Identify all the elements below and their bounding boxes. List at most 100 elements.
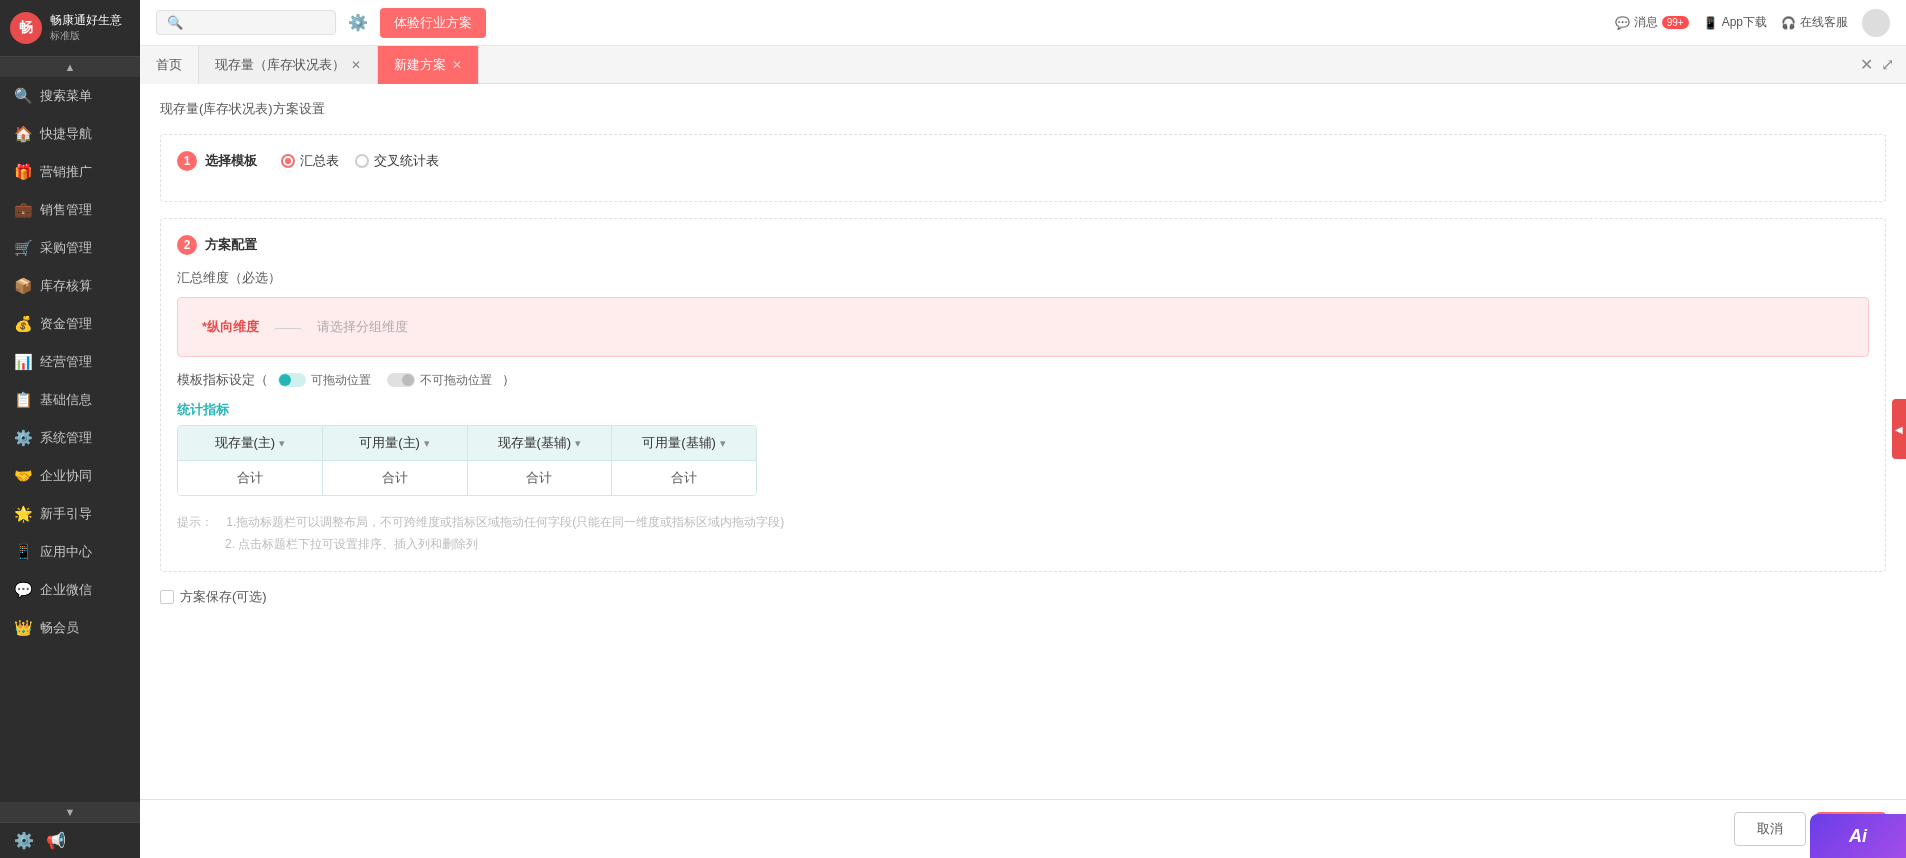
sidebar-item-finance[interactable]: 💰 资金管理 <box>0 305 140 343</box>
sidebar-scroll-up[interactable]: ▲ <box>0 57 140 77</box>
message-badge: 99+ <box>1662 16 1689 29</box>
settings-gear-icon[interactable]: ⚙️ <box>348 13 368 32</box>
cancel-button[interactable]: 取消 <box>1734 812 1806 846</box>
save-checkbox-row: 方案保存(可选) <box>160 588 1886 606</box>
download-icon: 📱 <box>1703 16 1718 30</box>
tab-home[interactable]: 首页 <box>140 46 199 84</box>
sidebar-item-sales[interactable]: 💼 销售管理 <box>0 191 140 229</box>
stats-body-3: 合计 <box>468 461 613 495</box>
dimension-box[interactable]: *纵向维度 —— 请选择分组维度 <box>177 297 1869 357</box>
tabs-bar: 首页 现存量（库存状况表） ✕ 新建方案 ✕ ✕ ⤢ <box>140 46 1906 84</box>
non-draggable-toggle-box[interactable] <box>387 373 415 387</box>
tab-inventory[interactable]: 现存量（库存状况表） ✕ <box>199 46 378 84</box>
tab-inventory-label: 现存量（库存状况表） <box>215 56 345 74</box>
app-download-button[interactable]: 📱 App下载 <box>1703 14 1767 31</box>
right-sidebar-toggle[interactable]: ◀ <box>1892 399 1906 459</box>
sidebar-item-basic[interactable]: 📋 基础信息 <box>0 381 140 419</box>
message-button[interactable]: 💬 消息 99+ <box>1615 14 1689 31</box>
radio-cross[interactable]: 交叉统计表 <box>355 152 439 170</box>
tip-1: 1.拖动标题栏可以调整布局，不可跨维度或指标区域拖动任何字段(只能在同一维度或指… <box>226 515 784 529</box>
gift-icon: 🎁 <box>14 163 32 181</box>
sidebar-item-label: 经营管理 <box>40 353 92 371</box>
step1-block: 1 选择模板 汇总表 交叉统计表 <box>160 134 1886 202</box>
sidebar-item-purchase[interactable]: 🛒 采购管理 <box>0 229 140 267</box>
chevron-down-icon[interactable]: ▾ <box>575 437 581 450</box>
sidebar-item-marketing[interactable]: 🎁 营销推广 <box>0 153 140 191</box>
tab-inventory-close-icon[interactable]: ✕ <box>351 58 361 72</box>
indicator-setting-label: 模板指标设定（ <box>177 371 268 389</box>
sidebar-item-label: 营销推广 <box>40 163 92 181</box>
radio-summary[interactable]: 汇总表 <box>281 152 339 170</box>
chart-icon: 📊 <box>14 353 32 371</box>
draggable-toggle[interactable]: 可拖动位置 <box>278 372 371 389</box>
tab-new-plan-close-icon[interactable]: ✕ <box>452 58 462 72</box>
expand-icon[interactable]: ⤢ <box>1881 55 1894 74</box>
info-icon: 📋 <box>14 391 32 409</box>
sidebar-item-system[interactable]: ⚙️ 系统管理 <box>0 419 140 457</box>
sidebar-item-enterprise[interactable]: 🤝 企业协同 <box>0 457 140 495</box>
close-panel-icon[interactable]: ✕ <box>1860 55 1873 74</box>
non-draggable-toggle[interactable]: 不可拖动位置 <box>387 372 492 389</box>
sidebar-item-member[interactable]: 👑 畅会员 <box>0 609 140 647</box>
page-title: 现存量(库存状况表)方案设置 <box>160 100 1886 118</box>
stats-col-2[interactable]: 可用量(主) ▾ <box>323 426 468 460</box>
ai-label: Ai <box>1849 826 1867 847</box>
message-label: 消息 <box>1634 14 1658 31</box>
sidebar-item-quicknav[interactable]: 🏠 快捷导航 <box>0 115 140 153</box>
handshake-icon: 🤝 <box>14 467 32 485</box>
money-icon: 💰 <box>14 315 32 333</box>
ai-float-button[interactable]: Ai <box>1810 814 1906 858</box>
sidebar-item-operation[interactable]: 📊 经营管理 <box>0 343 140 381</box>
dimension-section-label: 汇总维度（必选） <box>177 269 1869 287</box>
tab-home-label: 首页 <box>156 56 182 74</box>
online-service-button[interactable]: 🎧 在线客服 <box>1781 14 1848 31</box>
footer-bar: 取消 查询 <box>140 799 1906 858</box>
avatar[interactable] <box>1862 9 1890 37</box>
sidebar-item-wechat[interactable]: 💬 企业微信 <box>0 571 140 609</box>
step2-title: 方案配置 <box>205 236 257 254</box>
box-icon: 📦 <box>14 277 32 295</box>
stats-body-row: 合计 合计 合计 合计 <box>178 460 756 495</box>
sidebar-nav: 🔍 搜索菜单 🏠 快捷导航 🎁 营销推广 💼 销售管理 🛒 采购管理 📦 库存核… <box>0 77 140 802</box>
sidebar-scroll-down[interactable]: ▼ <box>0 802 140 822</box>
topbar-right: 💬 消息 99+ 📱 App下载 🎧 在线客服 <box>1615 9 1890 37</box>
stats-header-row: 现存量(主) ▾ 可用量(主) ▾ 现存量(基辅) ▾ 可用量(基辅) ▾ <box>178 426 756 460</box>
sidebar-item-label: 快捷导航 <box>40 125 92 143</box>
sidebar-item-label: 系统管理 <box>40 429 92 447</box>
save-checkbox[interactable] <box>160 590 174 604</box>
template-radio-group: 汇总表 交叉统计表 <box>281 152 439 170</box>
star-icon: 🌟 <box>14 505 32 523</box>
sidebar-item-label: 库存核算 <box>40 277 92 295</box>
speaker-icon[interactable]: 📢 <box>46 831 66 850</box>
sidebar-item-search[interactable]: 🔍 搜索菜单 <box>0 77 140 115</box>
chevron-down-icon[interactable]: ▾ <box>279 437 285 450</box>
stats-col-1[interactable]: 现存量(主) ▾ <box>178 426 323 460</box>
chevron-down-icon[interactable]: ▾ <box>720 437 726 450</box>
search-input[interactable] <box>189 16 309 30</box>
draggable-toggle-box[interactable] <box>278 373 306 387</box>
radio-summary-circle <box>281 154 295 168</box>
sidebar-item-label: 畅会员 <box>40 619 79 637</box>
stats-col-3[interactable]: 现存量(基辅) ▾ <box>468 426 613 460</box>
sidebar-item-appcenter[interactable]: 📱 应用中心 <box>0 533 140 571</box>
sidebar-item-label: 企业协同 <box>40 467 92 485</box>
app-download-label: App下载 <box>1722 14 1767 31</box>
sidebar-item-inventory[interactable]: 📦 库存核算 <box>0 267 140 305</box>
stats-col-4[interactable]: 可用量(基辅) ▾ <box>612 426 756 460</box>
headset-icon: 🎧 <box>1781 16 1796 30</box>
stats-body-4: 合计 <box>612 461 756 495</box>
chevron-down-icon[interactable]: ▾ <box>424 437 430 450</box>
tab-new-plan[interactable]: 新建方案 ✕ <box>378 46 479 84</box>
sidebar-item-label: 新手引导 <box>40 505 92 523</box>
search-box[interactable]: 🔍 <box>156 10 336 35</box>
trial-button[interactable]: 体验行业方案 <box>380 8 486 38</box>
stats-body-2: 合计 <box>323 461 468 495</box>
online-service-label: 在线客服 <box>1800 14 1848 31</box>
sidebar: 畅 畅康通好生意 标准版 ▲ 🔍 搜索菜单 🏠 快捷导航 🎁 营销推广 💼 销售… <box>0 0 140 858</box>
tips-box: 提示： 1.拖动标题栏可以调整布局，不可跨维度或指标区域拖动任何字段(只能在同一… <box>177 512 1869 555</box>
settings-icon[interactable]: ⚙️ <box>14 831 34 850</box>
save-checkbox-label: 方案保存(可选) <box>180 588 267 606</box>
sidebar-item-newguide[interactable]: 🌟 新手引导 <box>0 495 140 533</box>
cart-icon: 🛒 <box>14 239 32 257</box>
message-icon: 💬 <box>1615 16 1630 30</box>
